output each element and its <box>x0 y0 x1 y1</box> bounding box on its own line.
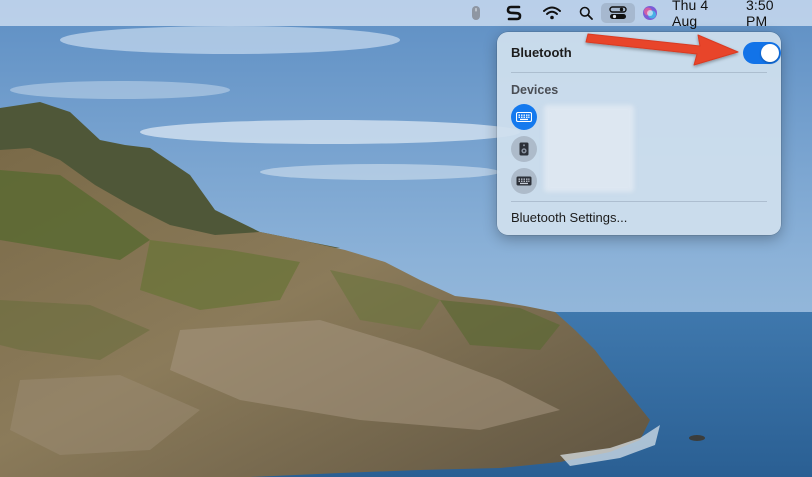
divider <box>511 201 767 202</box>
device-speaker-icon[interactable] <box>511 136 537 162</box>
control-center-icon[interactable] <box>601 3 635 23</box>
menu-bar-time[interactable]: 3:50 PM <box>746 0 798 29</box>
mouse-battery-icon[interactable] <box>468 0 484 26</box>
bluetooth-title: Bluetooth <box>511 45 572 60</box>
siri-icon[interactable] <box>640 0 660 26</box>
bluetooth-settings-link[interactable]: Bluetooth Settings... <box>511 210 627 225</box>
device-keyboard-2-icon[interactable] <box>511 168 537 194</box>
devices-label: Devices <box>511 83 559 97</box>
divider <box>511 72 767 73</box>
device-keyboard-icon[interactable] <box>511 104 537 130</box>
spotlight-search-icon[interactable] <box>576 0 596 26</box>
s-app-icon[interactable] <box>504 0 524 26</box>
toggle-knob <box>761 44 779 62</box>
annotation-arrow-icon <box>585 33 739 66</box>
menu-bar-date[interactable]: Thu 4 Aug <box>672 0 736 29</box>
bluetooth-toggle[interactable] <box>743 42 781 64</box>
menu-bar: Thu 4 Aug 3:50 PM <box>0 0 812 29</box>
redacted-device-names <box>544 105 634 192</box>
wifi-icon[interactable] <box>541 0 563 26</box>
